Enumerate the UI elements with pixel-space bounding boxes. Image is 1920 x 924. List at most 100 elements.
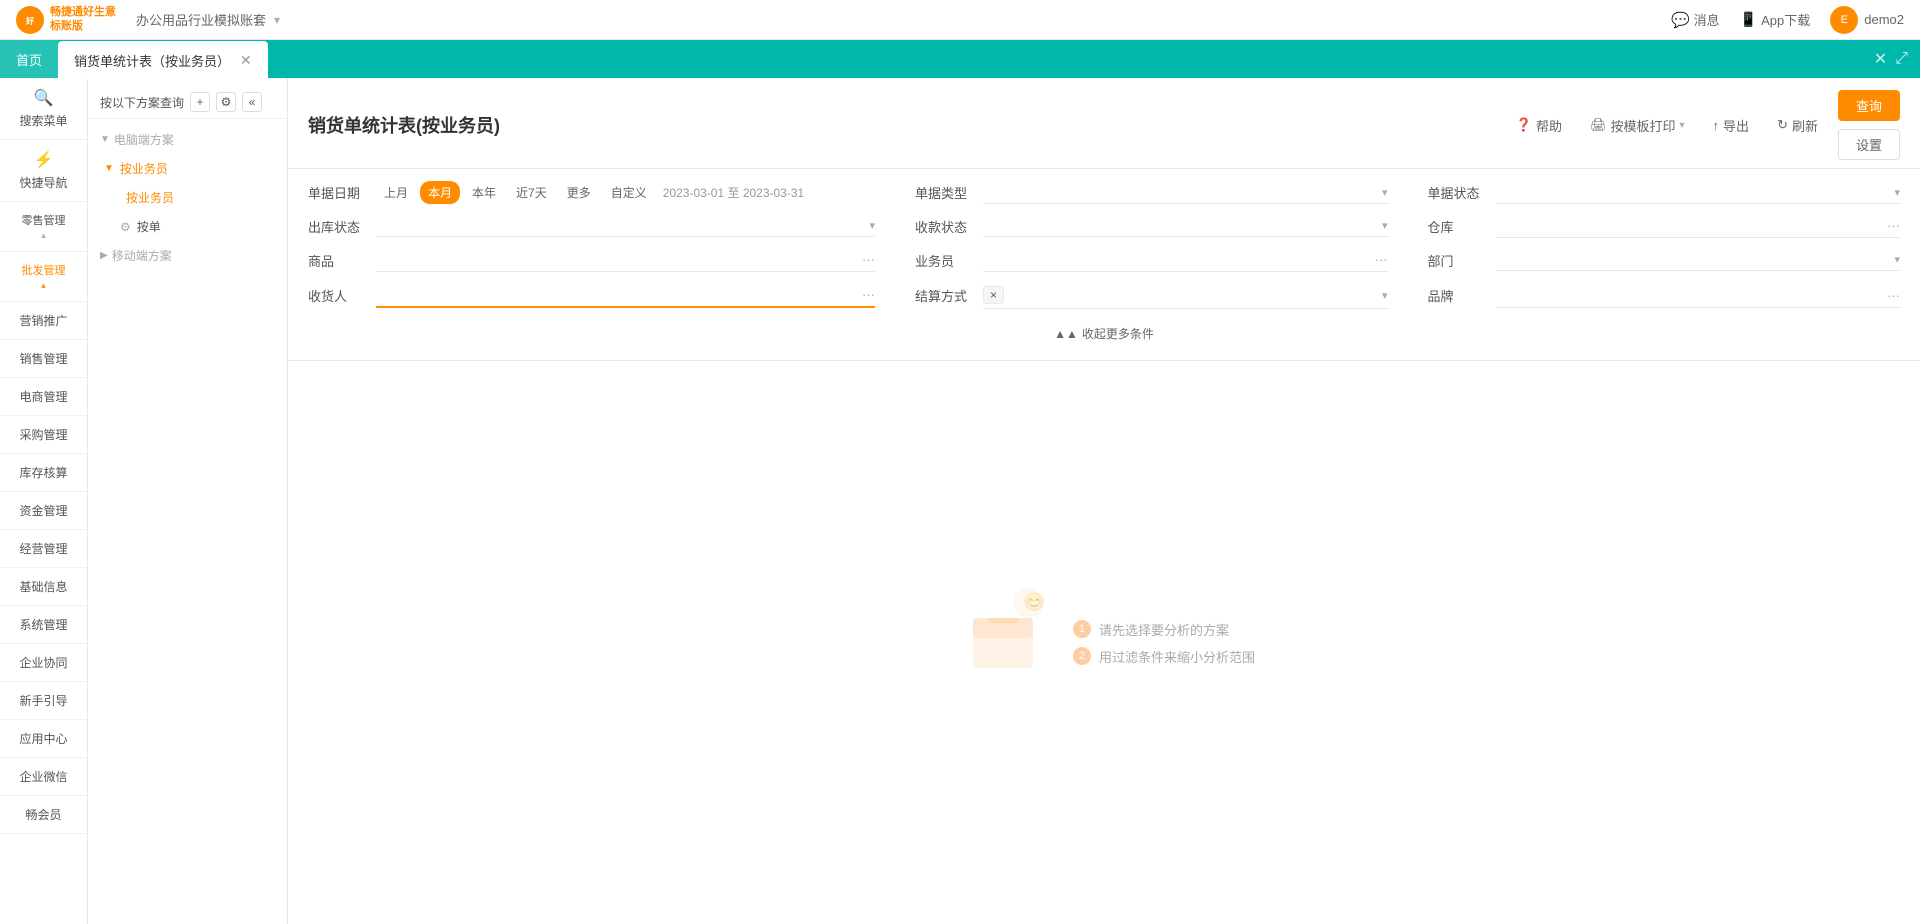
step-num-2: 2: [1073, 647, 1091, 665]
filter-row-3: 商品 ··· 业务员 ···: [308, 248, 1900, 272]
tab-report[interactable]: 销货单统计表（按业务员） ✕: [58, 41, 268, 79]
tree-expand-icon: ▼: [100, 134, 110, 145]
sidebar-item-ecommerce[interactable]: 电商管理: [0, 378, 87, 416]
user-area[interactable]: E demo2: [1830, 6, 1904, 34]
sidebar-item-quicknav[interactable]: ⚡ 快捷导航: [0, 140, 87, 202]
logo-text: 畅捷通好生意 标账版: [50, 6, 116, 32]
sidebar-item-operation[interactable]: 经营管理: [0, 530, 87, 568]
settlement-control[interactable]: × ▾: [983, 282, 1388, 309]
svg-text:😊: 😊: [1023, 592, 1045, 612]
top-bar: 好 畅捷通好生意 标账版 办公用品行业模拟账套 ▾ 💬 消息 📱 App下载 E…: [0, 0, 1920, 40]
filter-row-2: 出库状态 ▾ 收款状态 ▾: [308, 214, 1900, 238]
page-header: 销货单统计表(按业务员) ❓ 帮助 🖨 按模板打印 ▾ ↑ 导出: [288, 78, 1920, 169]
payment-label: 收款状态: [915, 217, 975, 236]
recipient-input[interactable]: [376, 287, 862, 302]
print-icon: 🖨: [1590, 117, 1607, 133]
top-bar-left: 好 畅捷通好生意 标账版 办公用品行业模拟账套 ▾: [16, 6, 280, 34]
payment-control[interactable]: ▾: [983, 215, 1388, 237]
department-control[interactable]: ▾: [1496, 249, 1901, 271]
doc-type-control[interactable]: ▾: [983, 182, 1388, 204]
settings-scheme-btn[interactable]: ⚙: [216, 92, 236, 112]
tree-section-pc: ▼ 电脑端方案: [88, 125, 287, 154]
close-tab-icon[interactable]: ✕: [1874, 49, 1887, 69]
dropdown-icon[interactable]: ▾: [274, 13, 280, 27]
date-label: 单据日期: [308, 183, 368, 202]
brand-control[interactable]: ···: [1496, 284, 1901, 308]
recipient-control[interactable]: ···: [376, 283, 875, 308]
doc-status-control[interactable]: ▾: [1496, 182, 1901, 204]
brand-dots-icon: ···: [1887, 288, 1900, 303]
sidebar-item-basic[interactable]: 基础信息: [0, 568, 87, 606]
sidebar-item-wholesale[interactable]: 批发管理 ▴: [0, 252, 87, 302]
department-label: 部门: [1428, 251, 1488, 270]
help-btn[interactable]: ❓ 帮助: [1508, 112, 1570, 139]
tree-sub-item-byorder[interactable]: ⚙ 按单: [88, 212, 287, 241]
product-control[interactable]: ···: [376, 248, 875, 272]
export-icon: ↑: [1713, 118, 1720, 133]
sidebar-item-enterprise[interactable]: 企业协同: [0, 644, 87, 682]
quicknav-icon: ⚡: [34, 150, 54, 170]
expand-icon[interactable]: ⤢: [1895, 50, 1908, 68]
tree-item-salesperson[interactable]: ▼ 按业务员: [88, 154, 287, 183]
outbound-control[interactable]: ▾: [376, 215, 875, 237]
doc-status-dropdown-icon: ▾: [1894, 186, 1900, 199]
filter-date: 单据日期 上月 本月 本年 近7天 更多 自定义 2023-03-01 至 20…: [308, 181, 875, 204]
tree-order-icon: ⚙: [120, 220, 131, 234]
sidebar-item-sales[interactable]: 销售管理: [0, 340, 87, 378]
filter-area: 单据日期 上月 本月 本年 近7天 更多 自定义 2023-03-01 至 20…: [288, 169, 1920, 361]
recipient-label: 收货人: [308, 286, 368, 305]
logo-area: 好 畅捷通好生意 标账版: [16, 6, 116, 34]
date-btn-7days[interactable]: 近7天: [508, 181, 555, 204]
sidebar-item-inventory[interactable]: 库存核算: [0, 454, 87, 492]
search-icon: 🔍: [34, 88, 54, 108]
date-btn-thismonth[interactable]: 本月: [420, 181, 460, 204]
settings-btn[interactable]: 设置: [1838, 129, 1900, 160]
date-btn-more[interactable]: 更多: [559, 181, 599, 204]
sidebar-item-guide[interactable]: 新手引导: [0, 682, 87, 720]
sidebar-item-search[interactable]: 🔍 搜索菜单: [0, 78, 87, 140]
sidebar-item-marketing[interactable]: 营销推广: [0, 302, 87, 340]
collapse-panel-btn[interactable]: «: [242, 92, 262, 112]
sidebar-item-wechat[interactable]: 企业微信: [0, 758, 87, 796]
export-btn[interactable]: ↑ 导出: [1705, 112, 1758, 139]
product-label: 商品: [308, 251, 368, 270]
sidebar-item-retail[interactable]: 零售管理 ▴: [0, 202, 87, 252]
date-btn-custom[interactable]: 自定义: [603, 181, 655, 204]
warehouse-control[interactable]: ···: [1496, 214, 1901, 238]
tab-close-icon[interactable]: ✕: [240, 52, 252, 69]
message-btn[interactable]: 💬 消息: [1671, 10, 1720, 29]
filter-warehouse: 仓库 ···: [1428, 214, 1901, 238]
settlement-label: 结算方式: [915, 286, 975, 305]
tree-sub-item-bysalesperson[interactable]: 按业务员: [88, 183, 287, 212]
add-scheme-btn[interactable]: +: [190, 92, 210, 112]
sidebar-item-appstore[interactable]: 应用中心: [0, 720, 87, 758]
left-panel: 按以下方案查询 + ⚙ « ▼ 电脑端方案 ▼ 按业务员: [88, 78, 288, 924]
sidebar-item-purchase[interactable]: 采购管理: [0, 416, 87, 454]
collapse-filter-btn[interactable]: ▲▲ 收起更多条件: [308, 319, 1900, 348]
sidebar-item-system[interactable]: 系统管理: [0, 606, 87, 644]
recipient-dots-icon: ···: [862, 287, 875, 302]
sidebar-item-member[interactable]: 畅会员: [0, 796, 87, 834]
date-btn-thisyear[interactable]: 本年: [464, 181, 504, 204]
product-dots-icon: ···: [862, 252, 875, 267]
panel-header-label: 按以下方案查询: [100, 94, 184, 111]
filter-doc-type: 单据类型 ▾: [915, 182, 1388, 204]
filter-product: 商品 ···: [308, 248, 875, 272]
filter-row-4: 收货人 ··· 结算方式 ×: [308, 282, 1900, 309]
tree-section-mobile[interactable]: ▶ 移动端方案: [88, 241, 287, 270]
sidebar-item-finance[interactable]: 资金管理: [0, 492, 87, 530]
print-btn[interactable]: 🖨 按模板打印 ▾: [1582, 112, 1693, 139]
refresh-btn[interactable]: ↻ 刷新: [1769, 112, 1826, 139]
query-btn[interactable]: 查询: [1838, 90, 1900, 121]
inner-layout: 按以下方案查询 + ⚙ « ▼ 电脑端方案 ▼ 按业务员: [88, 78, 1920, 924]
doc-type-dropdown-icon: ▾: [1382, 186, 1388, 199]
tab-home[interactable]: 首页: [0, 40, 58, 78]
app-download-btn[interactable]: 📱 App下载: [1740, 10, 1811, 29]
filter-doc-status: 单据状态 ▾: [1428, 182, 1901, 204]
date-btn-lastmonth[interactable]: 上月: [376, 181, 416, 204]
filter-payment: 收款状态 ▾: [915, 215, 1388, 237]
avatar: E: [1830, 6, 1858, 34]
payment-dropdown-icon: ▾: [1382, 219, 1388, 232]
salesperson-control[interactable]: ···: [983, 248, 1388, 272]
top-bar-right: 💬 消息 📱 App下载 E demo2: [1671, 6, 1904, 34]
